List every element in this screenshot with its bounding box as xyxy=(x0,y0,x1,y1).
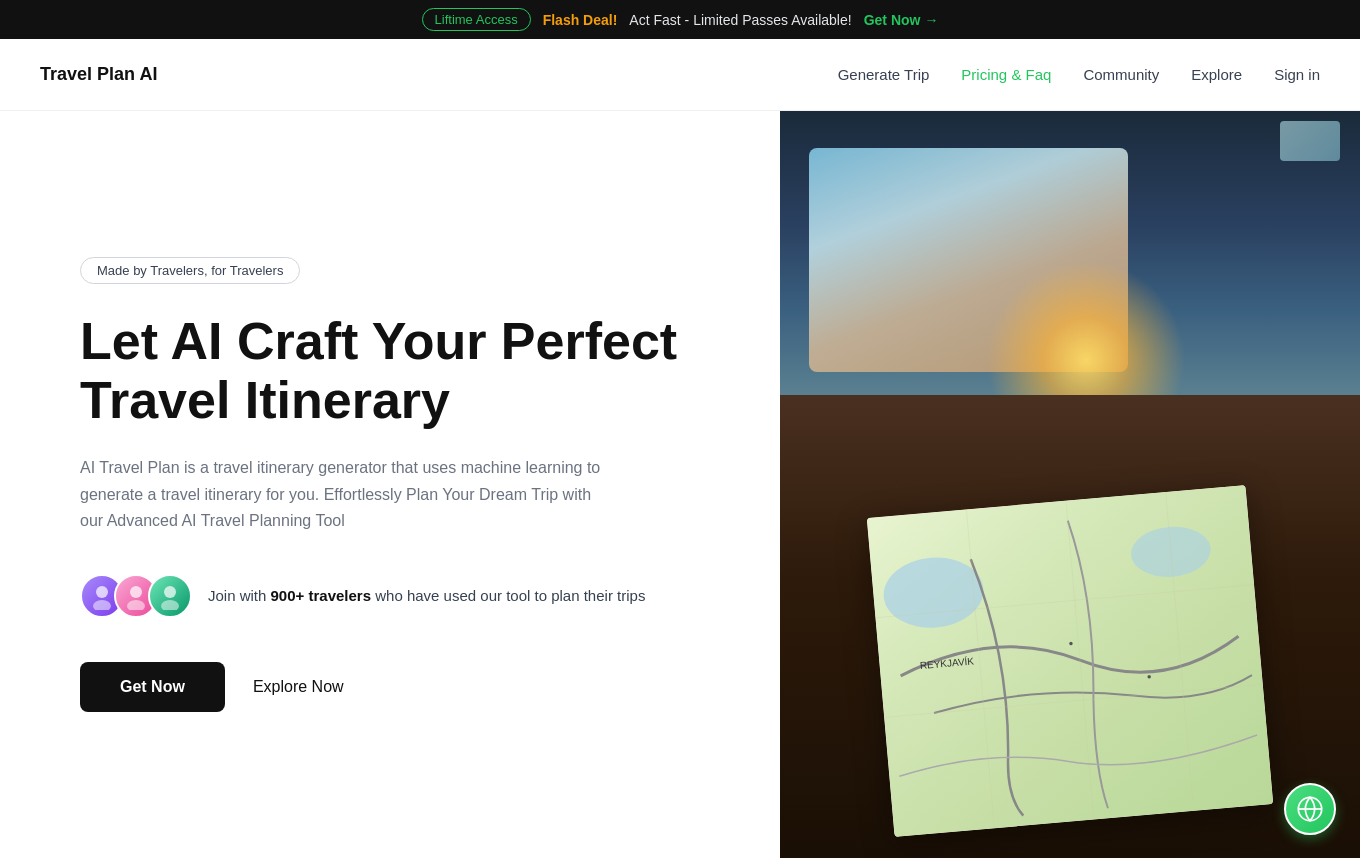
explore-now-button[interactable]: Explore Now xyxy=(253,678,344,696)
nav-link-sign-in[interactable]: Sign in xyxy=(1274,66,1320,83)
nav-item-pricing-faq[interactable]: Pricing & Faq xyxy=(961,66,1051,84)
hero-right: REYKJAVÍK ● ● xyxy=(780,111,1360,858)
get-now-button[interactable]: Get Now xyxy=(80,662,225,712)
hero-left: Made by Travelers, for Travelers Let AI … xyxy=(0,111,780,858)
nav-link-explore[interactable]: Explore xyxy=(1191,66,1242,83)
navbar-links: Generate Trip Pricing & Faq Community Ex… xyxy=(838,66,1320,84)
svg-point-3 xyxy=(127,600,145,610)
hero-image: REYKJAVÍK ● ● xyxy=(780,111,1360,858)
nav-item-sign-in[interactable]: Sign in xyxy=(1274,66,1320,84)
nav-link-pricing-faq[interactable]: Pricing & Faq xyxy=(961,66,1051,83)
svg-point-4 xyxy=(164,586,176,598)
svg-point-0 xyxy=(96,586,108,598)
avatar-stack xyxy=(80,574,192,618)
nav-item-explore[interactable]: Explore xyxy=(1191,66,1242,84)
avatar-3 xyxy=(148,574,192,618)
made-by-badge: Made by Travelers, for Travelers xyxy=(80,257,300,284)
nav-item-community[interactable]: Community xyxy=(1083,66,1159,84)
flash-deal-label: Flash Deal! xyxy=(543,12,618,28)
cta-row: Get Now Explore Now xyxy=(80,662,700,712)
svg-point-2 xyxy=(130,586,142,598)
lifetime-badge[interactable]: Liftime Access xyxy=(422,8,531,31)
nav-item-generate-trip[interactable]: Generate Trip xyxy=(838,66,930,84)
main-content: Made by Travelers, for Travelers Let AI … xyxy=(0,111,1360,858)
join-text-after: who have used our tool to plan their tri… xyxy=(371,587,645,604)
hero-description: AI Travel Plan is a travel itinerary gen… xyxy=(80,455,610,534)
flash-deal-text: Act Fast - Limited Passes Available! xyxy=(629,12,851,28)
traveler-count: 900+ travelers xyxy=(271,587,372,604)
travelers-row: Join with 900+ travelers who have used o… xyxy=(80,574,700,618)
svg-line-13 xyxy=(966,509,994,828)
join-text-before: Join with xyxy=(208,587,271,604)
nav-link-generate-trip[interactable]: Generate Trip xyxy=(838,66,930,83)
globe-chat-button[interactable] xyxy=(1284,783,1336,835)
banner-get-now-link[interactable]: Get Now xyxy=(864,12,939,28)
navbar: Travel Plan AI Generate Trip Pricing & F… xyxy=(0,39,1360,111)
svg-text:●: ● xyxy=(1068,638,1074,647)
nav-link-community[interactable]: Community xyxy=(1083,66,1159,83)
svg-point-5 xyxy=(161,600,179,610)
svg-text:●: ● xyxy=(1146,672,1152,681)
svg-line-14 xyxy=(1066,500,1094,819)
top-banner: Liftime Access Flash Deal! Act Fast - Li… xyxy=(0,0,1360,39)
travelers-text: Join with 900+ travelers who have used o… xyxy=(208,585,645,608)
svg-point-1 xyxy=(93,600,111,610)
navbar-logo: Travel Plan AI xyxy=(40,64,157,85)
hero-title: Let AI Craft Your Perfect Travel Itinera… xyxy=(80,312,680,432)
svg-point-6 xyxy=(881,553,987,631)
map-image: REYKJAVÍK ● ● xyxy=(867,485,1273,837)
